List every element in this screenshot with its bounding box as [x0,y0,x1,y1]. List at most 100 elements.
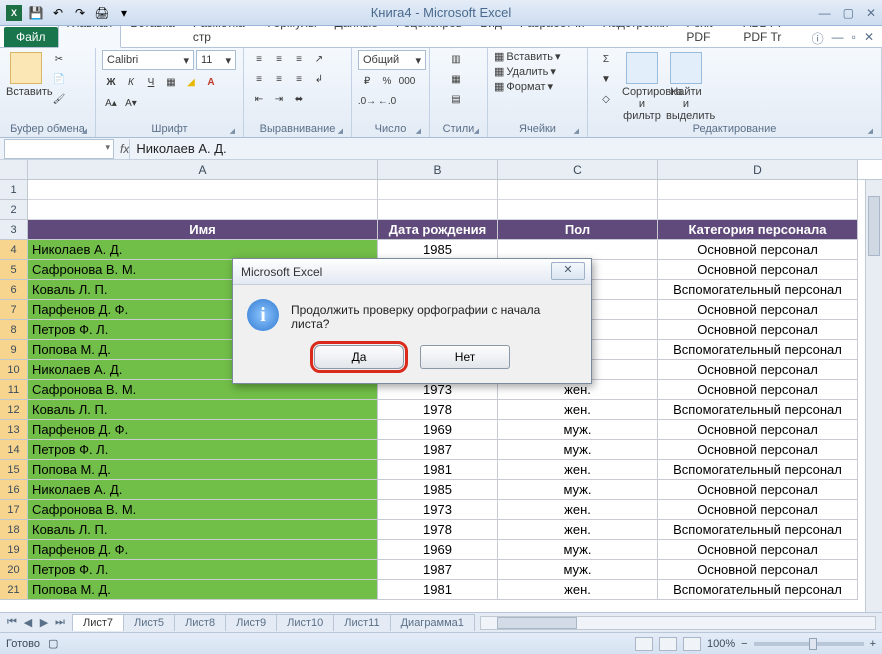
cell-cat[interactable]: Основной персонал [658,480,858,500]
cell[interactable] [378,180,498,200]
select-all-corner[interactable] [0,160,28,179]
cell-dob[interactable]: 1978 [378,400,498,420]
zoom-in-icon[interactable]: + [870,638,876,650]
number-format-combo[interactable]: Общий▾ [358,50,426,70]
cell-dob[interactable]: 1985 [378,480,498,500]
dialog-titlebar[interactable]: Microsoft Excel ✕ [233,259,591,285]
header-sex[interactable]: Пол [498,220,658,240]
print-preview-icon[interactable]: 🖨 [92,3,112,23]
macro-record-icon[interactable]: ▢ [48,637,58,650]
cell-name[interactable]: Попова М. Д. [28,460,378,480]
currency-icon[interactable]: ₽ [358,72,376,90]
cell-sex[interactable]: муж. [498,480,658,500]
cell-cat[interactable]: Основной персонал [658,440,858,460]
row-header[interactable]: 10 [0,360,28,380]
vertical-scrollbar[interactable] [865,180,882,612]
orientation-icon[interactable]: ↗ [310,50,328,68]
cell-name[interactable]: Парфенов Д. Ф. [28,540,378,560]
header-dob[interactable]: Дата рождения [378,220,498,240]
wrap-text-icon[interactable]: ↲ [310,70,328,88]
border-button[interactable]: ▦ [162,73,180,91]
row-header[interactable]: 20 [0,560,28,580]
cell[interactable] [28,200,378,220]
cell-cat[interactable]: Вспомогательный персонал [658,280,858,300]
cell-cat[interactable]: Основной персонал [658,240,858,260]
underline-button[interactable]: Ч [142,73,160,91]
cell-name[interactable]: Петров Ф. Л. [28,440,378,460]
align-top-icon[interactable]: ≡ [250,50,268,68]
cell-dob[interactable]: 1985 [378,240,498,260]
cell-sex[interactable]: муж. [498,560,658,580]
sheet-prev-icon[interactable]: ◀ [20,616,36,629]
align-middle-icon[interactable]: ≡ [270,50,288,68]
save-icon[interactable]: 💾 [26,3,46,23]
page-layout-view-icon[interactable] [659,637,677,651]
cell-name[interactable]: Коваль Л. П. [28,520,378,540]
font-color-button[interactable]: А [202,73,220,91]
decrease-indent-icon[interactable]: ⇤ [250,90,268,108]
cell-dob[interactable]: 1969 [378,540,498,560]
cell-name[interactable]: Коваль Л. П. [28,400,378,420]
cell[interactable] [498,200,658,220]
cell-name[interactable]: Николаев А. Д. [28,240,378,260]
row-header[interactable]: 19 [0,540,28,560]
cell-name[interactable]: Парфенов Д. Ф. [28,420,378,440]
font-name-combo[interactable]: Calibri▾ [102,50,194,70]
merge-icon[interactable]: ⬌ [290,90,308,108]
cell-dob[interactable]: 1969 [378,420,498,440]
row-header[interactable]: 4 [0,240,28,260]
paste-button[interactable]: Вставить [6,50,46,98]
dialog-yes-button[interactable]: Да [314,345,404,369]
cell-sex[interactable]: жен. [498,400,658,420]
cell-cat[interactable]: Основной персонал [658,500,858,520]
cell-sex[interactable]: жен. [498,460,658,480]
cell-cat[interactable]: Вспомогательный персонал [658,580,858,600]
italic-button[interactable]: К [122,73,140,91]
col-header-D[interactable]: D [658,160,858,179]
sheet-tab[interactable]: Лист5 [123,614,175,631]
horizontal-scrollbar[interactable] [480,616,876,630]
sort-filter-button[interactable]: Сортировка и фильтр [622,50,662,122]
dialog-close-icon[interactable]: ✕ [551,262,585,280]
align-right-icon[interactable]: ≡ [290,70,308,88]
cell-cat[interactable]: Основной персонал [658,360,858,380]
formula-input[interactable]: Николаев А. Д. [129,139,882,159]
col-header-A[interactable]: A [28,160,378,179]
align-left-icon[interactable]: ≡ [250,70,268,88]
sheet-tab[interactable]: Лист9 [225,614,277,631]
row-header[interactable]: 12 [0,400,28,420]
cell-cat[interactable]: Основной персонал [658,420,858,440]
cell-sex[interactable] [498,240,658,260]
format-table-icon[interactable]: ▦ [436,70,476,88]
cell-sex[interactable]: жен. [498,580,658,600]
zoom-out-icon[interactable]: − [741,638,747,650]
cell-dob[interactable]: 1987 [378,440,498,460]
row-header[interactable]: 21 [0,580,28,600]
fill-color-button[interactable]: ◢ [182,73,200,91]
close-icon[interactable]: ✕ [866,6,876,20]
align-center-icon[interactable]: ≡ [270,70,288,88]
fill-icon[interactable]: ▼ [594,70,618,88]
conditional-formatting-icon[interactable]: ▥ [436,50,476,68]
maximize-icon[interactable]: ▢ [843,6,854,20]
row-header[interactable]: 6 [0,280,28,300]
header-name[interactable]: Имя [28,220,378,240]
cell-cat[interactable]: Основной персонал [658,260,858,280]
copy-icon[interactable]: 📄 [50,70,68,88]
row-header[interactable]: 18 [0,520,28,540]
sheet-tab[interactable]: Лист7 [72,614,124,631]
col-header-C[interactable]: C [498,160,658,179]
cell-cat[interactable]: Основной персонал [658,540,858,560]
cell[interactable] [658,180,858,200]
cell[interactable] [378,200,498,220]
cell-name[interactable]: Попова М. Д. [28,580,378,600]
row-header[interactable]: 15 [0,460,28,480]
clear-icon[interactable]: ◇ [594,90,618,108]
cell[interactable] [28,180,378,200]
row-header[interactable]: 14 [0,440,28,460]
fx-icon[interactable]: fx [120,142,129,156]
cell[interactable] [658,200,858,220]
cell-sex[interactable]: муж. [498,440,658,460]
cell-name[interactable]: Петров Ф. Л. [28,560,378,580]
increase-indent-icon[interactable]: ⇥ [270,90,288,108]
